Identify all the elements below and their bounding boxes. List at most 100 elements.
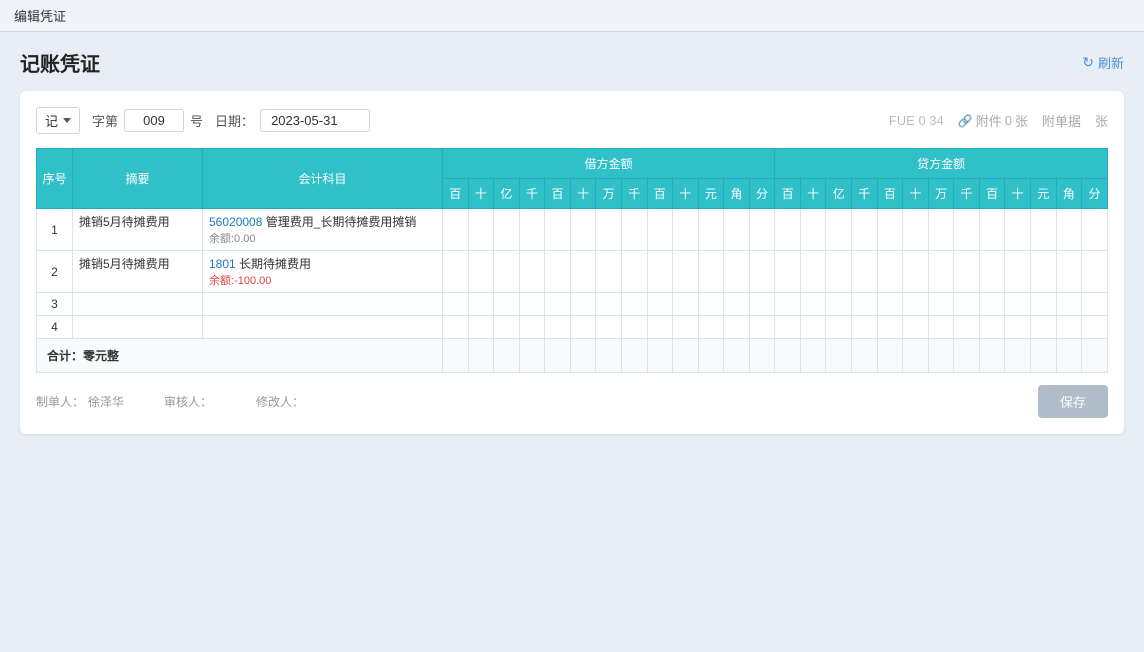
credit-cell-r3-c5[interactable]	[877, 293, 903, 316]
credit-cell-r3-c11[interactable]	[1030, 293, 1056, 316]
debit-cell-r2-c7[interactable]	[596, 251, 622, 293]
credit-cell-r4-c6[interactable]	[903, 316, 929, 339]
debit-cell-r1-c5[interactable]	[545, 209, 571, 251]
date-input[interactable]	[260, 109, 370, 132]
debit-cell-r2-c11[interactable]	[698, 251, 724, 293]
debit-cell-r1-c3[interactable]	[494, 209, 520, 251]
debit-cell-r4-c4[interactable]	[519, 316, 545, 339]
debit-cell-r2-c8[interactable]	[621, 251, 647, 293]
zi-input[interactable]	[124, 109, 184, 132]
debit-cell-r2-c9[interactable]	[647, 251, 673, 293]
debit-cell-r1-c4[interactable]	[519, 209, 545, 251]
credit-cell-r3-c1[interactable]	[775, 293, 801, 316]
credit-cell-r4-c3[interactable]	[826, 316, 852, 339]
debit-cell-r2-c12[interactable]	[724, 251, 750, 293]
debit-cell-r4-c5[interactable]	[545, 316, 571, 339]
credit-cell-r1-c4[interactable]	[852, 209, 878, 251]
credit-cell-r2-c13[interactable]	[1082, 251, 1108, 293]
credit-cell-r4-c13[interactable]	[1082, 316, 1108, 339]
debit-cell-r2-c3[interactable]	[494, 251, 520, 293]
debit-cell-r3-c1[interactable]	[443, 293, 469, 316]
debit-cell-r4-c8[interactable]	[621, 316, 647, 339]
credit-cell-r1-c7[interactable]	[928, 209, 954, 251]
row-summary-2[interactable]: 摊销5月待摊费用	[73, 251, 203, 293]
credit-cell-r4-c4[interactable]	[852, 316, 878, 339]
debit-cell-r4-c13[interactable]	[749, 316, 775, 339]
debit-cell-r1-c7[interactable]	[596, 209, 622, 251]
credit-cell-r1-c8[interactable]	[954, 209, 980, 251]
credit-cell-r2-c5[interactable]	[877, 251, 903, 293]
debit-cell-r3-c2[interactable]	[468, 293, 494, 316]
credit-cell-r1-c3[interactable]	[826, 209, 852, 251]
credit-cell-r1-c1[interactable]	[775, 209, 801, 251]
debit-cell-r3-c6[interactable]	[570, 293, 596, 316]
credit-cell-r3-c13[interactable]	[1082, 293, 1108, 316]
credit-cell-r4-c11[interactable]	[1030, 316, 1056, 339]
debit-cell-r3-c7[interactable]	[596, 293, 622, 316]
credit-cell-r1-c2[interactable]	[800, 209, 826, 251]
credit-cell-r2-c11[interactable]	[1030, 251, 1056, 293]
credit-cell-r2-c3[interactable]	[826, 251, 852, 293]
credit-cell-r3-c4[interactable]	[852, 293, 878, 316]
credit-cell-r1-c12[interactable]	[1056, 209, 1082, 251]
row-account-1[interactable]: 56020008 管理费用_长期待摊费用摊销余额:0.00	[203, 209, 443, 251]
debit-cell-r4-c10[interactable]	[673, 316, 699, 339]
debit-cell-r2-c5[interactable]	[545, 251, 571, 293]
save-button[interactable]: 保存	[1038, 385, 1108, 418]
credit-cell-r1-c5[interactable]	[877, 209, 903, 251]
credit-cell-r1-c6[interactable]	[903, 209, 929, 251]
debit-cell-r3-c5[interactable]	[545, 293, 571, 316]
row-summary-3[interactable]	[73, 293, 203, 316]
debit-cell-r1-c8[interactable]	[621, 209, 647, 251]
credit-cell-r3-c8[interactable]	[954, 293, 980, 316]
debit-cell-r3-c9[interactable]	[647, 293, 673, 316]
credit-cell-r3-c10[interactable]	[1005, 293, 1031, 316]
credit-cell-r1-c10[interactable]	[1005, 209, 1031, 251]
debit-cell-r3-c13[interactable]	[749, 293, 775, 316]
credit-cell-r1-c13[interactable]	[1082, 209, 1108, 251]
refresh-button[interactable]: ↻ 刷新	[1082, 53, 1124, 72]
debit-cell-r3-c8[interactable]	[621, 293, 647, 316]
credit-cell-r4-c5[interactable]	[877, 316, 903, 339]
debit-cell-r4-c12[interactable]	[724, 316, 750, 339]
debit-cell-r3-c11[interactable]	[698, 293, 724, 316]
debit-cell-r2-c13[interactable]	[749, 251, 775, 293]
debit-cell-r2-c2[interactable]	[468, 251, 494, 293]
row-account-2[interactable]: 1801 长期待摊费用余额:-100.00	[203, 251, 443, 293]
row-account-4[interactable]	[203, 316, 443, 339]
debit-cell-r1-c10[interactable]	[673, 209, 699, 251]
credit-cell-r4-c10[interactable]	[1005, 316, 1031, 339]
debit-cell-r2-c10[interactable]	[673, 251, 699, 293]
debit-cell-r4-c9[interactable]	[647, 316, 673, 339]
debit-cell-r2-c1[interactable]	[443, 251, 469, 293]
credit-cell-r2-c4[interactable]	[852, 251, 878, 293]
credit-cell-r4-c2[interactable]	[800, 316, 826, 339]
credit-cell-r2-c10[interactable]	[1005, 251, 1031, 293]
debit-cell-r4-c6[interactable]	[570, 316, 596, 339]
credit-cell-r2-c12[interactable]	[1056, 251, 1082, 293]
credit-cell-r3-c12[interactable]	[1056, 293, 1082, 316]
credit-cell-r3-c6[interactable]	[903, 293, 929, 316]
debit-cell-r4-c1[interactable]	[443, 316, 469, 339]
credit-cell-r1-c11[interactable]	[1030, 209, 1056, 251]
debit-cell-r4-c7[interactable]	[596, 316, 622, 339]
row-summary-1[interactable]: 摊销5月待摊费用	[73, 209, 203, 251]
credit-cell-r2-c2[interactable]	[800, 251, 826, 293]
credit-cell-r2-c8[interactable]	[954, 251, 980, 293]
debit-cell-r3-c3[interactable]	[494, 293, 520, 316]
credit-cell-r2-c9[interactable]	[979, 251, 1005, 293]
row-summary-4[interactable]	[73, 316, 203, 339]
attach-single-link[interactable]: 附单据	[1042, 111, 1081, 130]
credit-cell-r3-c3[interactable]	[826, 293, 852, 316]
credit-cell-r3-c9[interactable]	[979, 293, 1005, 316]
credit-cell-r2-c1[interactable]	[775, 251, 801, 293]
debit-cell-r1-c1[interactable]	[443, 209, 469, 251]
debit-cell-r3-c12[interactable]	[724, 293, 750, 316]
credit-cell-r3-c7[interactable]	[928, 293, 954, 316]
credit-cell-r4-c9[interactable]	[979, 316, 1005, 339]
credit-cell-r4-c1[interactable]	[775, 316, 801, 339]
debit-cell-r1-c2[interactable]	[468, 209, 494, 251]
credit-cell-r1-c9[interactable]	[979, 209, 1005, 251]
ji-dropdown-button[interactable]: 记	[36, 107, 80, 134]
debit-cell-r1-c9[interactable]	[647, 209, 673, 251]
